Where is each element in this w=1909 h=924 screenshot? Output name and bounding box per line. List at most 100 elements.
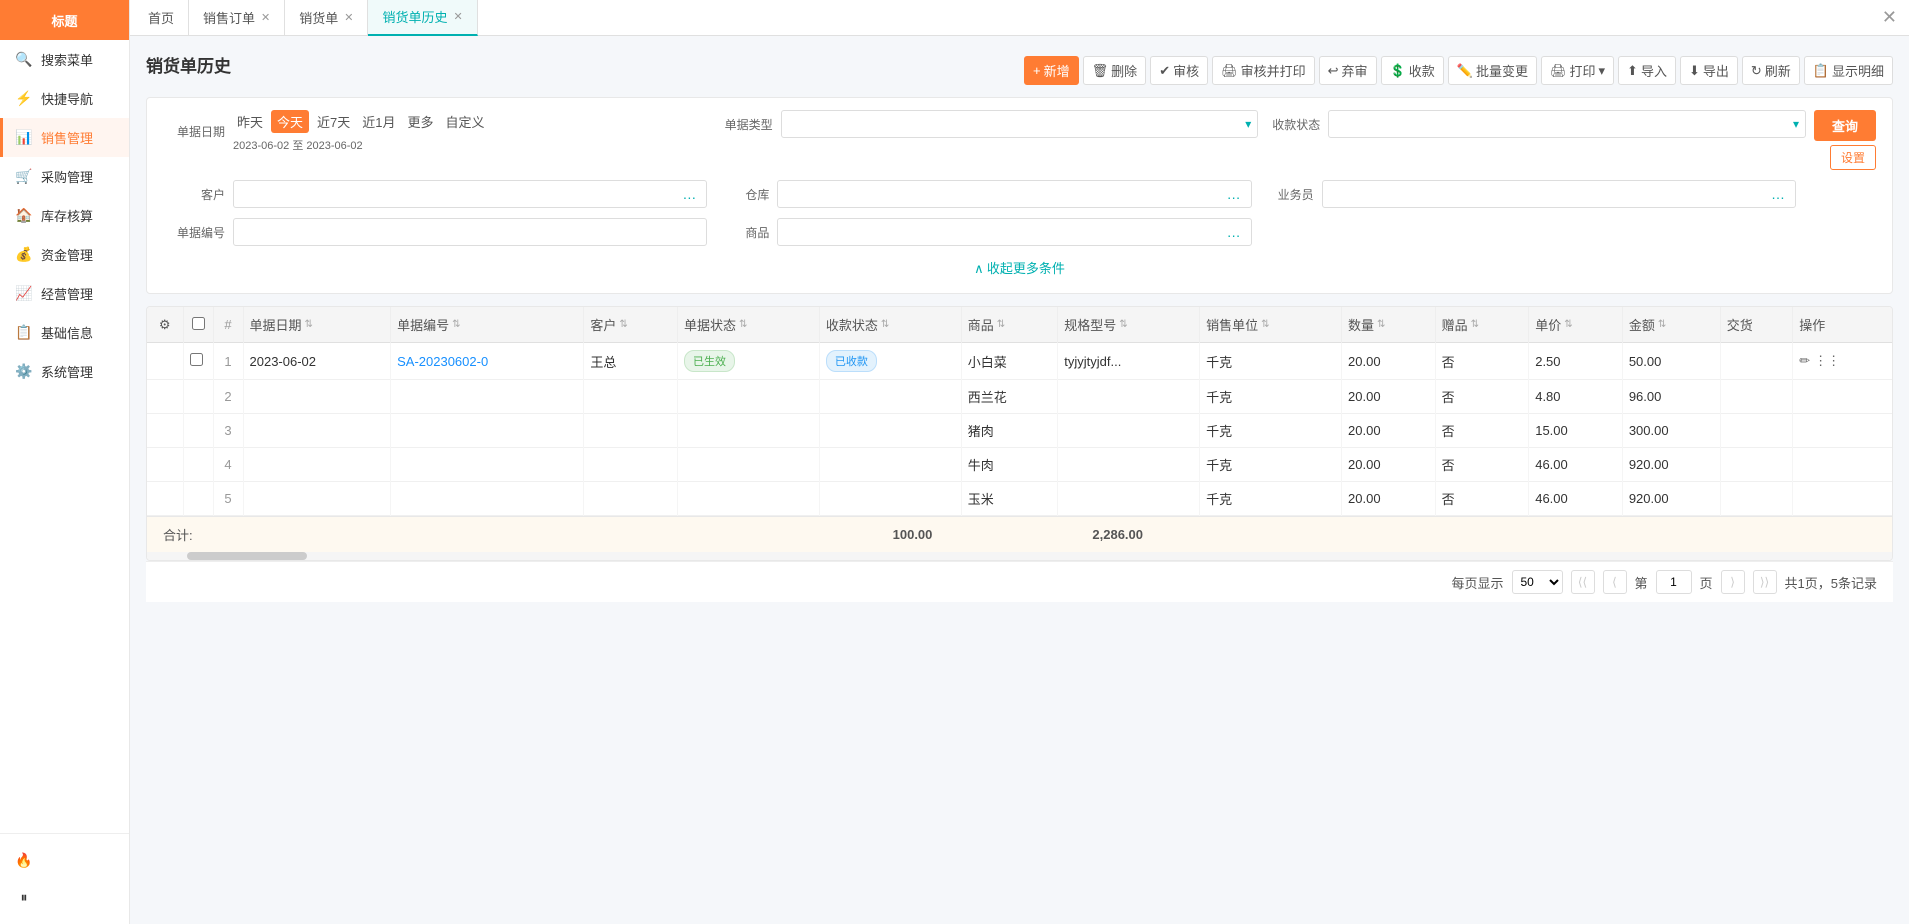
- sidebar-item-stock-calc[interactable]: 🏠 库存核算: [0, 196, 129, 235]
- th-sales-unit[interactable]: 销售单位⇅: [1200, 307, 1342, 343]
- tab-bar-close-all[interactable]: ✕: [1882, 7, 1905, 28]
- row-checkbox[interactable]: [190, 353, 203, 366]
- import-button[interactable]: ⬆ 导入: [1618, 56, 1676, 85]
- prev-page-button[interactable]: ⟨: [1603, 570, 1627, 594]
- date-label: 单据日期: [163, 123, 233, 140]
- cell-checkbox[interactable]: [183, 380, 213, 414]
- tab-sales-history-close[interactable]: ✕: [454, 10, 463, 23]
- th-spec[interactable]: 规格型号⇅: [1058, 307, 1200, 343]
- th-goods[interactable]: 商品⇅: [961, 307, 1058, 343]
- cell-checkbox[interactable]: [183, 414, 213, 448]
- customer-input[interactable]: [240, 182, 678, 206]
- cell-actions[interactable]: ✏⋮⋮: [1793, 343, 1892, 380]
- cell-quantity: 20.00: [1342, 343, 1436, 380]
- sidebar-item-quick-nav[interactable]: ⚡ 快捷导航: [0, 79, 129, 118]
- more-action-icon[interactable]: ⋮⋮: [1814, 353, 1840, 369]
- tab-sales-history[interactable]: 销货单历史 ✕: [368, 0, 477, 36]
- cell-checkbox[interactable]: [183, 482, 213, 516]
- shortcut-yesterday[interactable]: 昨天: [233, 110, 267, 133]
- cell-actions[interactable]: [1793, 448, 1892, 482]
- th-amount[interactable]: 金额⇅: [1622, 307, 1720, 343]
- refresh-button[interactable]: ↻ 刷新: [1742, 56, 1800, 85]
- query-button[interactable]: 查询: [1814, 110, 1876, 141]
- discard-button[interactable]: ↩ 弃审: [1319, 56, 1377, 85]
- settings-button[interactable]: 设置: [1830, 145, 1876, 170]
- th-doc-no[interactable]: 单据编号⇅: [391, 307, 584, 343]
- first-page-button[interactable]: ⟨⟨: [1571, 570, 1595, 594]
- goods-input[interactable]: [784, 220, 1222, 244]
- customer-more-icon[interactable]: …: [678, 186, 700, 202]
- audit-print-button[interactable]: 🖨 审核并打印: [1212, 56, 1315, 85]
- cell-doc-no[interactable]: [391, 482, 584, 516]
- shortcut-1month[interactable]: 近1月: [358, 110, 399, 133]
- collect-status-input[interactable]: [1335, 112, 1793, 136]
- cell-unit-price: 15.00: [1529, 414, 1623, 448]
- tab-sales-order-close[interactable]: ✕: [261, 11, 270, 24]
- last-page-button[interactable]: ⟩⟩: [1753, 570, 1777, 594]
- cell-actions[interactable]: [1793, 414, 1892, 448]
- th-gear[interactable]: ⚙: [147, 307, 183, 343]
- cell-checkbox[interactable]: [183, 448, 213, 482]
- collapse-filter-btn[interactable]: ∧ 收起更多条件: [163, 254, 1876, 281]
- sidebar-item-search-menu[interactable]: 🔍 搜索菜单: [0, 40, 129, 79]
- cell-checkbox[interactable]: [183, 343, 213, 380]
- collect-status-dropdown-icon[interactable]: ▾: [1793, 117, 1799, 131]
- th-customer[interactable]: 客户⇅: [584, 307, 678, 343]
- sidebar-item-system-mgmt[interactable]: ⚙️ 系统管理: [0, 352, 129, 391]
- sidebar-item-purchase-mgmt[interactable]: 🛒 采购管理: [0, 157, 129, 196]
- warehouse-input[interactable]: [784, 182, 1222, 206]
- horizontal-scrollbar[interactable]: [147, 552, 1892, 560]
- doc-type-dropdown-icon[interactable]: ▾: [1245, 117, 1251, 131]
- cell-doc-no[interactable]: [391, 414, 584, 448]
- sidebar-item-ops-mgmt[interactable]: 📈 经营管理: [0, 274, 129, 313]
- shortcut-7days[interactable]: 近7天: [313, 110, 354, 133]
- export-button[interactable]: ⬇ 导出: [1680, 56, 1738, 85]
- doc-type-input[interactable]: [788, 112, 1246, 136]
- tab-sales-delivery[interactable]: 销货单 ✕: [285, 0, 368, 36]
- cell-quantity: 20.00: [1342, 482, 1436, 516]
- tab-home[interactable]: 首页: [134, 0, 189, 36]
- cell-doc-no[interactable]: [391, 380, 584, 414]
- salesperson-input[interactable]: [1329, 182, 1767, 206]
- tab-sales-delivery-close[interactable]: ✕: [344, 11, 353, 24]
- cell-actions[interactable]: [1793, 380, 1892, 414]
- goods-more-icon[interactable]: …: [1223, 224, 1245, 240]
- sidebar-item-sales-mgmt[interactable]: 📊 销售管理: [0, 118, 129, 157]
- sidebar-bottom-pause[interactable]: ⏸: [0, 879, 129, 916]
- scrollbar-thumb[interactable]: [187, 552, 307, 560]
- th-quantity[interactable]: 数量⇅: [1342, 307, 1436, 343]
- th-doc-status[interactable]: 单据状态⇅: [677, 307, 819, 343]
- edit-action-icon[interactable]: ✏: [1799, 353, 1810, 369]
- shortcut-more[interactable]: 更多: [404, 110, 438, 133]
- sidebar-bottom-fire[interactable]: 🔥: [0, 842, 129, 879]
- batch-change-button[interactable]: ✏️ 批量变更: [1448, 56, 1537, 85]
- date-shortcuts: 昨天 今天 近7天 近1月 更多 自定义: [233, 110, 489, 133]
- doc-no-input[interactable]: [233, 218, 707, 246]
- th-doc-date[interactable]: 单据日期⇅: [243, 307, 391, 343]
- next-page-button[interactable]: ⟩: [1721, 570, 1745, 594]
- cell-doc-no[interactable]: [391, 448, 584, 482]
- page-number-input[interactable]: [1656, 570, 1692, 594]
- audit-button[interactable]: ✔ 审核: [1150, 56, 1208, 85]
- show-detail-button[interactable]: 📋 显示明细: [1804, 56, 1893, 85]
- shortcut-today[interactable]: 今天: [271, 110, 309, 133]
- sidebar-item-basic-info[interactable]: 📋 基础信息: [0, 313, 129, 352]
- cell-actions[interactable]: [1793, 482, 1892, 516]
- shortcut-custom[interactable]: 自定义: [442, 110, 489, 133]
- th-checkbox[interactable]: [183, 307, 213, 343]
- print-button[interactable]: 🖨 打印 ▾: [1541, 56, 1614, 85]
- th-gift[interactable]: 赠品⇅: [1435, 307, 1529, 343]
- warehouse-more-icon[interactable]: …: [1223, 186, 1245, 202]
- salesperson-more-icon[interactable]: …: [1767, 186, 1789, 202]
- new-button[interactable]: + 新增: [1024, 56, 1079, 85]
- select-all-checkbox[interactable]: [192, 317, 205, 330]
- doc-no-link[interactable]: SA-20230602-0: [397, 354, 488, 369]
- collect-button[interactable]: 💲 收款: [1381, 56, 1444, 85]
- cell-doc-no[interactable]: SA-20230602-0: [391, 343, 584, 380]
- tab-sales-order[interactable]: 销售订单 ✕: [189, 0, 285, 36]
- sidebar-item-finance-mgmt[interactable]: 💰 资金管理: [0, 235, 129, 274]
- th-collect-status[interactable]: 收款状态⇅: [819, 307, 961, 343]
- th-unit-price[interactable]: 单价⇅: [1529, 307, 1623, 343]
- delete-button[interactable]: 🗑 删除: [1083, 56, 1147, 85]
- per-page-select[interactable]: 50 100 200: [1512, 570, 1563, 594]
